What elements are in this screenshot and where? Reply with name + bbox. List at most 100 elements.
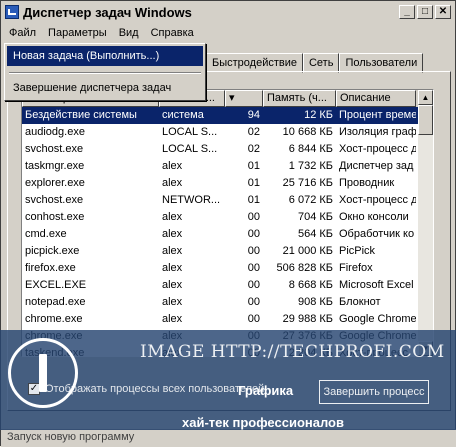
cell-cpu: 01 [247, 160, 260, 172]
maximize-icon[interactable]: □ [417, 5, 433, 19]
column-cpu[interactable]: ▾ [225, 90, 263, 107]
cell-mem: 908 КБ [297, 296, 333, 308]
file-menu-dropdown: Новая задача (Выполнить...) Завершение д… [4, 43, 206, 101]
column-memory[interactable]: Память (ч... [263, 90, 336, 107]
cell-mem: 8 668 КБ [288, 279, 333, 291]
menu-new-task[interactable]: Новая задача (Выполнить...) [7, 46, 203, 66]
cell-name: firefox.exe [25, 262, 76, 274]
sort-down-icon: ▾ [229, 92, 235, 104]
table-row[interactable]: conhost.exe alex 00 704 КБ Окно консоли [22, 209, 433, 226]
cell-mem: 10 668 КБ [282, 126, 333, 138]
table-row[interactable]: taskmgr.exe alex 01 1 732 КБ Диспетчер зад [22, 158, 433, 175]
cell-desc: Хост-процесс д [339, 194, 416, 206]
process-list[interactable]: Имя образа Пользов... ▾ Память (ч... Опи… [21, 89, 434, 357]
cell-user: LOCAL S... [162, 126, 218, 138]
cell-cpu: 01 [247, 177, 260, 189]
cell-name: picpick.exe [25, 245, 80, 257]
cell-user: alex [162, 245, 183, 257]
table-row[interactable]: Бездействие системы система 94 12 КБ Процент… [22, 107, 433, 124]
cell-cpu: 00 [247, 245, 260, 257]
tab-network[interactable]: Сеть [302, 53, 340, 73]
cell-mem: 12 КБ [304, 109, 333, 121]
cell-cpu: 00 [247, 313, 260, 325]
cell-mem: 1 732 КБ [288, 160, 333, 172]
cell-mem: 29 988 КБ [282, 313, 333, 325]
table-row[interactable]: firefox.exe alex 00 506 828 КБ Firefox [22, 260, 433, 277]
cell-desc: Окно консоли [339, 211, 409, 223]
cell-user: alex [162, 228, 183, 240]
cell-user: LOCAL S... [162, 143, 218, 155]
status-text: Запуск новую программу [7, 431, 135, 443]
menu-view[interactable]: Вид [113, 26, 145, 40]
minimize-icon[interactable]: _ [399, 5, 415, 19]
cell-name: notepad.exe [25, 296, 86, 308]
cell-name: cmd.exe [25, 228, 67, 240]
title-bar[interactable]: Диспетчер задач Windows _ □ ✕ [1, 1, 455, 24]
tab-strip: Быстродействие Сеть Пользователи [206, 53, 424, 73]
cell-cpu: 00 [247, 228, 260, 240]
watermark-graph-text: Графика [238, 383, 294, 398]
cell-user: alex [162, 262, 183, 274]
cell-user: alex [162, 177, 183, 189]
cell-cpu: 00 [247, 262, 260, 274]
status-bar: Запуск новую программу [1, 429, 456, 447]
cell-name: svchost.exe [25, 194, 84, 206]
cell-desc: Процент време [339, 109, 416, 121]
cell-mem: 506 828 КБ [276, 262, 333, 274]
menu-separator [9, 72, 201, 74]
tab-users[interactable]: Пользователи [339, 53, 424, 73]
task-manager-app-icon [5, 5, 19, 19]
table-row[interactable]: notepad.exe alex 00 908 КБ Блокнот [22, 294, 433, 311]
table-row[interactable]: picpick.exe alex 00 21 000 КБ PicPick [22, 243, 433, 260]
cell-name: conhost.exe [25, 211, 85, 223]
cell-mem: 21 000 КБ [282, 245, 333, 257]
table-row[interactable]: svchost.exe NETWOR... 01 6 072 КБ Хост-проце… [22, 192, 433, 209]
column-description[interactable]: Описание [336, 90, 416, 107]
cell-mem: 704 КБ [297, 211, 333, 223]
cell-name: chrome.exe [25, 313, 83, 325]
close-icon[interactable]: ✕ [435, 5, 451, 19]
cell-user: alex [162, 211, 183, 223]
table-row[interactable]: cmd.exe alex 00 564 КБ Обработчик ко [22, 226, 433, 243]
cell-user: система [162, 109, 204, 121]
cell-cpu: 02 [247, 126, 260, 138]
scroll-up-icon[interactable]: ▲ [418, 90, 433, 105]
cell-desc: Диспетчер зад [339, 160, 414, 172]
cell-name: Бездействие системы [25, 109, 137, 121]
cell-desc: Обработчик ко [339, 228, 415, 240]
cell-cpu: 00 [247, 211, 260, 223]
table-row[interactable]: EXCEL.EXE alex 00 8 668 КБ Microsoft Excel [22, 277, 433, 294]
menu-file[interactable]: Файл [3, 26, 42, 40]
table-row[interactable]: svchost.exe LOCAL S... 02 6 844 КБ Хост-проц… [22, 141, 433, 158]
cell-desc: Firefox [339, 262, 373, 274]
end-process-button[interactable]: Завершить процесс [319, 380, 429, 404]
cell-user: alex [162, 313, 183, 325]
cell-user: alex [162, 279, 183, 291]
cell-mem: 6 844 КБ [288, 143, 333, 155]
cell-name: svchost.exe [25, 143, 84, 155]
cell-desc: PicPick [339, 245, 376, 257]
table-row[interactable]: audiodg.exe LOCAL S... 02 10 668 КБ Изоляция… [22, 124, 433, 141]
scrollbar-thumb[interactable] [418, 105, 433, 135]
menu-exit-task-manager[interactable]: Завершение диспетчера задач [7, 78, 203, 98]
vertical-scrollbar[interactable]: ▲ ▼ [418, 90, 433, 356]
cell-mem: 6 072 КБ [288, 194, 333, 206]
table-row[interactable]: chrome.exe alex 00 29 988 КБ Google Chrome [22, 311, 433, 328]
watermark-tagline: хай-тек профессионалов [182, 415, 344, 430]
menu-help[interactable]: Справка [145, 26, 200, 40]
cell-user: alex [162, 160, 183, 172]
watermark-url: IMAGE HTTP://TECHPROFI.COM [140, 342, 445, 362]
table-row[interactable]: explorer.exe alex 01 25 716 КБ Проводник [22, 175, 433, 192]
cell-desc: Google Chrome [339, 313, 416, 325]
cell-name: EXCEL.EXE [25, 279, 87, 291]
tab-performance[interactable]: Быстродействие [206, 53, 303, 73]
cell-user: NETWOR... [162, 194, 221, 206]
menu-options[interactable]: Параметры [42, 26, 113, 40]
cell-mem: 25 716 КБ [282, 177, 333, 189]
cell-name: audiodg.exe [25, 126, 85, 138]
watermark-logo-icon [8, 338, 78, 408]
cell-cpu: 02 [247, 143, 260, 155]
cell-desc: Блокнот [339, 296, 381, 308]
window-title: Диспетчер задач Windows [23, 4, 192, 20]
cell-cpu: 94 [247, 109, 260, 121]
